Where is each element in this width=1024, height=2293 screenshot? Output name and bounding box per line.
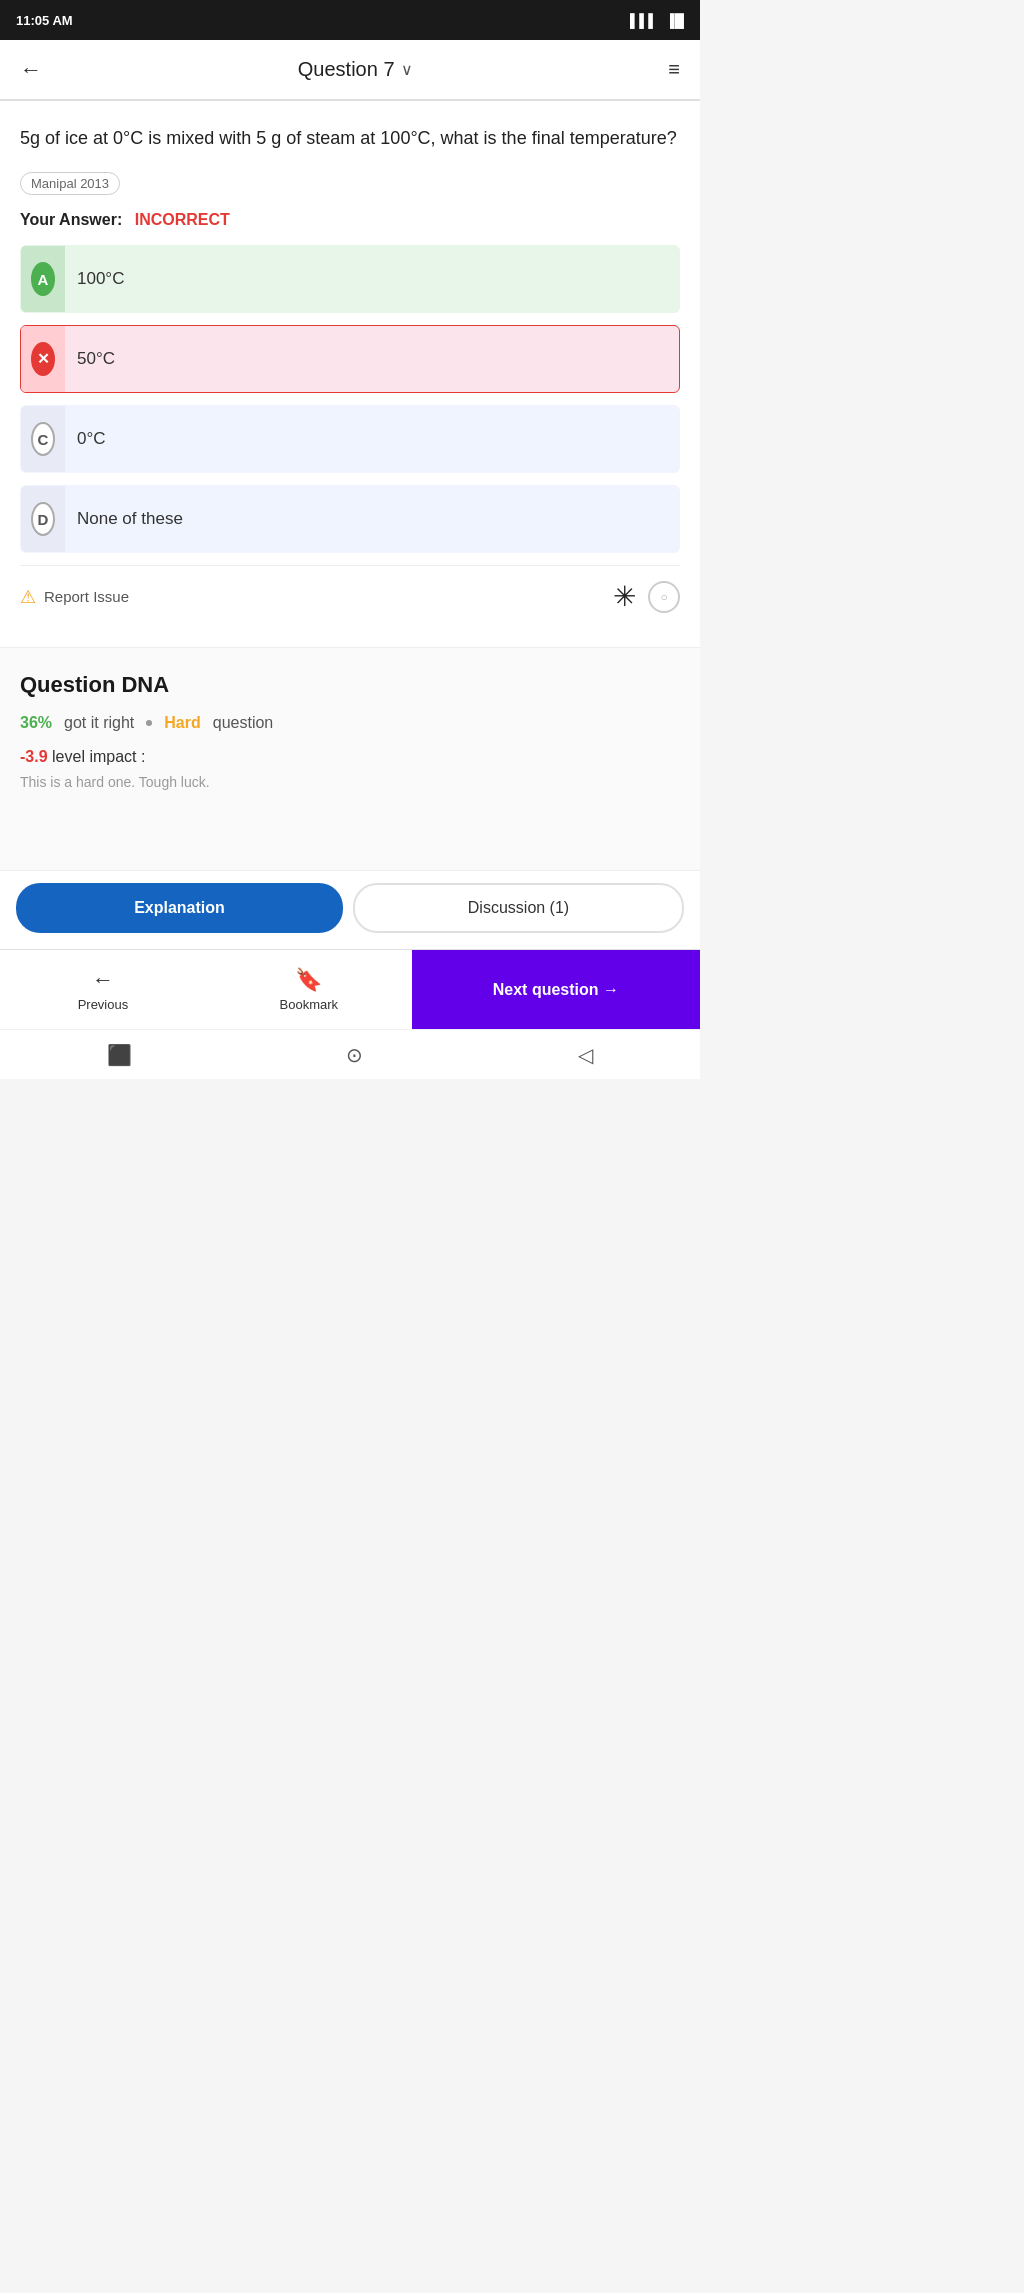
bottom-tabs-partial: Explanation Discussion (1) — [0, 870, 700, 949]
chevron-down-icon: ∨ — [401, 60, 413, 79]
previous-label: Previous — [78, 997, 129, 1012]
report-label: Report Issue — [44, 588, 129, 605]
option-c-text: 0°C — [65, 413, 679, 465]
option-c-row[interactable]: C 0°C — [20, 405, 680, 473]
answer-status: Your Answer: INCORRECT — [20, 211, 680, 229]
dna-title: Question DNA — [20, 672, 680, 698]
source-tag: Manipal 2013 — [20, 172, 120, 195]
option-d-row[interactable]: D None of these — [20, 485, 680, 553]
dna-impact: -3.9 level impact : — [20, 748, 680, 766]
dna-impact-label: level impact : — [52, 748, 145, 765]
status-badge: INCORRECT — [135, 211, 230, 228]
option-c-circle: C — [31, 422, 55, 456]
option-b-text: 50°C — [65, 333, 679, 385]
bottom-nav: ← Previous 🔖 Bookmark Next question → — [0, 949, 700, 1029]
option-b-badge: ✕ — [21, 326, 65, 392]
dna-got-right: got it right — [64, 714, 134, 732]
report-extras: ✳ ○ — [613, 580, 680, 613]
header-title-container[interactable]: Question 7 ∨ — [298, 58, 413, 81]
option-a-circle: A — [31, 262, 55, 296]
status-icons: ▌▌▌ ▐█ — [630, 13, 684, 28]
circle-inner: ○ — [660, 590, 667, 604]
system-nav-bar: ⬛ ⊙ ◁ — [0, 1029, 700, 1079]
explanation-button[interactable]: Explanation — [16, 883, 343, 933]
header: ← Question 7 ∨ ≡ — [0, 40, 700, 100]
sys-circle-icon[interactable]: ⊙ — [346, 1043, 363, 1067]
warning-icon: ⚠ — [20, 586, 36, 608]
dna-sub-text: This is a hard one. Tough luck. — [20, 774, 680, 790]
next-question-button[interactable]: Next question → — [412, 950, 700, 1029]
battery-icon: ▐█ — [666, 13, 684, 28]
question-text: 5g of ice at 0°C is mixed with 5 g of st… — [20, 125, 680, 152]
option-a-row[interactable]: A 100°C — [20, 245, 680, 313]
spacer — [0, 810, 700, 870]
back-arrow-icon: ← — [92, 967, 114, 993]
your-answer-label: Your Answer: — [20, 211, 122, 228]
status-time: 11:05 AM — [16, 13, 73, 28]
option-c-badge: C — [21, 406, 65, 472]
previous-button[interactable]: ← Previous — [0, 957, 206, 1022]
dna-stats: 36% got it right Hard question — [20, 714, 680, 732]
report-left[interactable]: ⚠ Report Issue — [20, 586, 129, 608]
main-content: 5g of ice at 0°C is mixed with 5 g of st… — [0, 101, 700, 647]
sys-home-icon[interactable]: ⬛ — [107, 1043, 132, 1067]
dna-difficulty-text: question — [213, 714, 274, 732]
option-b-circle: ✕ — [31, 342, 55, 376]
option-b-row[interactable]: ✕ 50°C — [20, 325, 680, 393]
bookmark-button[interactable]: 🔖 Bookmark — [206, 957, 412, 1022]
option-d-badge: D — [21, 486, 65, 552]
bookmark-label: Bookmark — [280, 997, 339, 1012]
options-container: A 100°C ✕ 50°C C 0°C D None of these — [20, 245, 680, 553]
back-button[interactable]: ← — [20, 57, 42, 83]
menu-icon[interactable]: ≡ — [668, 58, 680, 81]
dna-section: Question DNA 36% got it right Hard quest… — [0, 647, 700, 810]
dna-difficulty: Hard — [164, 714, 200, 732]
report-row: ⚠ Report Issue ✳ ○ — [20, 565, 680, 627]
bookmark-icon: 🔖 — [295, 967, 322, 993]
separator-dot — [146, 720, 152, 726]
circle-button[interactable]: ○ — [648, 581, 680, 613]
option-a-badge: A — [21, 246, 65, 312]
signal-icon: ▌▌▌ — [630, 13, 658, 28]
burst-icon: ✳ — [613, 580, 636, 613]
option-d-text: None of these — [65, 493, 679, 545]
dna-percent: 36% — [20, 714, 52, 732]
bottom-buttons: Explanation Discussion (1) — [16, 883, 684, 933]
next-label: Next question → — [493, 981, 619, 999]
option-d-circle: D — [31, 502, 55, 536]
option-a-text: 100°C — [65, 253, 679, 305]
status-bar: 11:05 AM ▌▌▌ ▐█ — [0, 0, 700, 40]
dna-impact-value: -3.9 — [20, 748, 48, 765]
discussion-button[interactable]: Discussion (1) — [353, 883, 684, 933]
sys-back-icon[interactable]: ◁ — [578, 1043, 593, 1067]
question-title: Question 7 — [298, 58, 395, 81]
